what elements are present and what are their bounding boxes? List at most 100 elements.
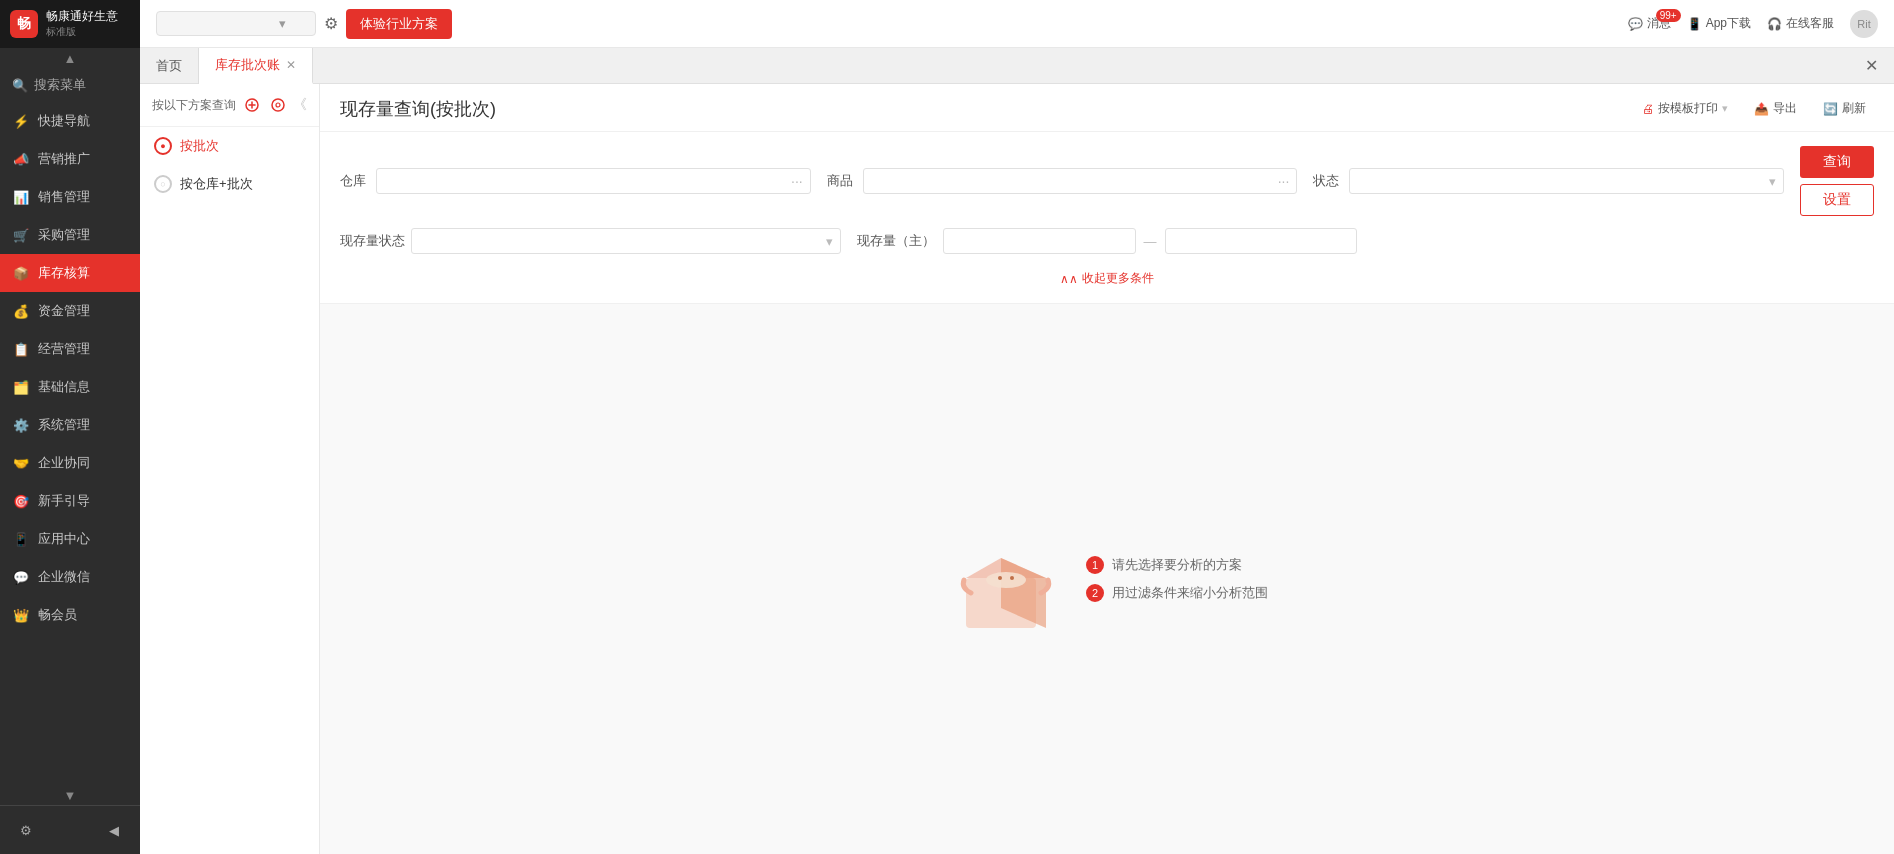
warehouse-more-icon[interactable]: ··· bbox=[791, 173, 803, 189]
empty-state-content: 1 请先选择要分析的方案 2 用过滤条件来缩小分析范围 bbox=[1086, 556, 1268, 602]
app-logo: 畅 bbox=[10, 10, 38, 38]
sidebar-item-inventory[interactable]: 📦 库存核算 bbox=[0, 254, 140, 292]
filter-panel-header: 按以下方案查询 《 bbox=[140, 84, 319, 127]
filter-panel: 按以下方案查询 《 bbox=[140, 84, 320, 854]
experience-btn[interactable]: 体验行业方案 bbox=[346, 9, 452, 39]
refresh-btn[interactable]: 🔄 刷新 bbox=[1815, 96, 1874, 121]
inventory-icon: 📦 bbox=[12, 264, 30, 282]
online-service-btn[interactable]: 🎧 在线客服 bbox=[1767, 15, 1834, 32]
refresh-icon: 🔄 bbox=[1823, 102, 1838, 116]
topbar-gear-icon[interactable]: ⚙ bbox=[324, 14, 338, 33]
inventory-status-select[interactable] bbox=[411, 228, 841, 254]
sidebar-item-purchase[interactable]: 🛒 采购管理 bbox=[0, 216, 140, 254]
collapse-label: 收起更多条件 bbox=[1082, 270, 1154, 287]
sidebar-item-operations[interactable]: 📋 经营管理 bbox=[0, 330, 140, 368]
svg-point-2 bbox=[276, 103, 280, 107]
filter-panel-collapse-btn[interactable]: 《 bbox=[293, 96, 307, 114]
messages-badge: 99+ bbox=[1656, 9, 1681, 22]
sidebar-item-finance[interactable]: 💰 资金管理 bbox=[0, 292, 140, 330]
set-btn[interactable]: 设置 bbox=[1800, 184, 1874, 216]
app-title: 畅康通好生意 bbox=[46, 9, 118, 25]
inventory-qty-to[interactable] bbox=[1165, 228, 1358, 254]
topbar: ▾ ⚙ 体验行业方案 💬 消息 99+ 📱 App下载 🎧 在线客服 Rit bbox=[140, 0, 1894, 48]
collapse-icon: ◀ bbox=[109, 823, 119, 838]
status-field: 状态 bbox=[1313, 168, 1784, 194]
product-more-icon[interactable]: ··· bbox=[1278, 173, 1290, 189]
warehouse-input[interactable] bbox=[376, 168, 811, 194]
sidebar-item-enterprise[interactable]: 🤝 企业协同 bbox=[0, 444, 140, 482]
status-select-wrap bbox=[1349, 168, 1784, 194]
sidebar-item-sales[interactable]: 📊 销售管理 bbox=[0, 178, 140, 216]
tab-home-label: 首页 bbox=[156, 57, 182, 75]
apps-icon: 📱 bbox=[12, 530, 30, 548]
collapse-up-icon: ∧∧ bbox=[1060, 272, 1078, 286]
tabs-bar: 首页 库存批次账 ✕ ✕ bbox=[140, 48, 1894, 84]
tabs-panel-close-btn[interactable]: ✕ bbox=[1857, 56, 1886, 75]
tab-batch-account-close[interactable]: ✕ bbox=[286, 58, 296, 72]
inventory-qty-from[interactable] bbox=[943, 228, 1136, 254]
sidebar-item-basic[interactable]: 🗂️ 基础信息 bbox=[0, 368, 140, 406]
sidebar-item-member[interactable]: 👑 畅会员 bbox=[0, 596, 140, 634]
product-label: 商品 bbox=[827, 172, 857, 190]
query-btn[interactable]: 查询 bbox=[1800, 146, 1874, 178]
right-panel: 现存量查询(按批次) 🖨 按模板打印 ▾ 📤 导出 🔄 刷新 bbox=[320, 84, 1894, 854]
step-2-text: 用过滤条件来缩小分析范围 bbox=[1112, 584, 1268, 602]
sidebar-item-guide[interactable]: 🎯 新手引导 bbox=[0, 482, 140, 520]
marketing-icon: 📣 bbox=[12, 150, 30, 168]
export-icon: 📤 bbox=[1754, 102, 1769, 116]
basic-icon: 🗂️ bbox=[12, 378, 30, 396]
filter-header-actions: 《 bbox=[241, 94, 307, 116]
warehouse-input-wrap: ··· bbox=[376, 168, 811, 194]
filter-add-btn[interactable] bbox=[241, 94, 263, 116]
export-btn[interactable]: 📤 导出 bbox=[1746, 96, 1805, 121]
filter-collapse-btn[interactable]: ∧∧ 收起更多条件 bbox=[1060, 270, 1154, 287]
tab-batch-account[interactable]: 库存批次账 ✕ bbox=[199, 48, 313, 84]
guide-icon: 🎯 bbox=[12, 492, 30, 510]
finance-icon: 💰 bbox=[12, 302, 30, 320]
scheme-batch-icon: ● bbox=[154, 137, 172, 155]
app-download-btn[interactable]: 📱 App下载 bbox=[1687, 15, 1751, 32]
app-download-label: App下载 bbox=[1706, 15, 1751, 32]
app-download-icon: 📱 bbox=[1687, 17, 1702, 31]
topbar-search-input[interactable] bbox=[165, 17, 275, 31]
tab-home[interactable]: 首页 bbox=[140, 48, 199, 84]
scheme-batch[interactable]: ● 按批次 bbox=[140, 127, 319, 165]
scroll-down-btn[interactable]: ▼ bbox=[0, 785, 140, 805]
scheme-warehouse-batch[interactable]: ○ 按仓库+批次 bbox=[140, 165, 319, 203]
print-dropdown-icon[interactable]: ▾ bbox=[1722, 102, 1728, 115]
sidebar-item-system[interactable]: ⚙️ 系统管理 bbox=[0, 406, 140, 444]
content-area: 按以下方案查询 《 bbox=[140, 84, 1894, 854]
user-avatar[interactable]: Rit bbox=[1850, 10, 1878, 38]
settings-icon: ⚙ bbox=[20, 823, 32, 838]
scheme-batch-label: 按批次 bbox=[180, 137, 219, 155]
sidebar-item-wechat[interactable]: 💬 企业微信 bbox=[0, 558, 140, 596]
messages-btn[interactable]: 💬 消息 99+ bbox=[1628, 15, 1671, 32]
topbar-search-wrap: ▾ bbox=[156, 11, 316, 36]
sidebar-item-apps[interactable]: 📱 应用中心 bbox=[0, 520, 140, 558]
svg-point-6 bbox=[1010, 576, 1014, 580]
topbar-left: ▾ ⚙ 体验行业方案 bbox=[156, 9, 1616, 39]
page-titlebar: 现存量查询(按批次) 🖨 按模板打印 ▾ 📤 导出 🔄 刷新 bbox=[320, 84, 1894, 132]
status-select[interactable] bbox=[1349, 168, 1784, 194]
warehouse-label: 仓库 bbox=[340, 172, 370, 190]
print-btn[interactable]: 🖨 按模板打印 ▾ bbox=[1634, 96, 1736, 121]
status-label: 状态 bbox=[1313, 172, 1343, 190]
scroll-up-btn[interactable]: ▲ bbox=[0, 48, 140, 68]
page-title: 现存量查询(按批次) bbox=[340, 97, 496, 121]
product-input[interactable] bbox=[863, 168, 1298, 194]
sales-icon: 📊 bbox=[12, 188, 30, 206]
sidebar-item-quick-nav[interactable]: ⚡ 快捷导航 bbox=[0, 102, 140, 140]
sidebar-item-marketing[interactable]: 📣 营销推广 bbox=[0, 140, 140, 178]
sidebar-collapse-btn[interactable]: ◀ bbox=[100, 816, 128, 844]
sidebar-settings-btn[interactable]: ⚙ bbox=[12, 816, 40, 844]
sidebar-search[interactable]: 🔍 搜索菜单 bbox=[0, 68, 140, 102]
export-label: 导出 bbox=[1773, 100, 1797, 117]
add-icon bbox=[245, 98, 259, 112]
operations-icon: 📋 bbox=[12, 340, 30, 358]
filter-settings-btn[interactable] bbox=[267, 94, 289, 116]
wechat-icon: 💬 bbox=[12, 568, 30, 586]
topbar-dropdown-icon[interactable]: ▾ bbox=[279, 16, 286, 31]
filter-panel-title: 按以下方案查询 bbox=[152, 97, 236, 114]
messages-icon: 💬 bbox=[1628, 17, 1643, 31]
inventory-status-label: 现存量状态 bbox=[340, 232, 405, 250]
